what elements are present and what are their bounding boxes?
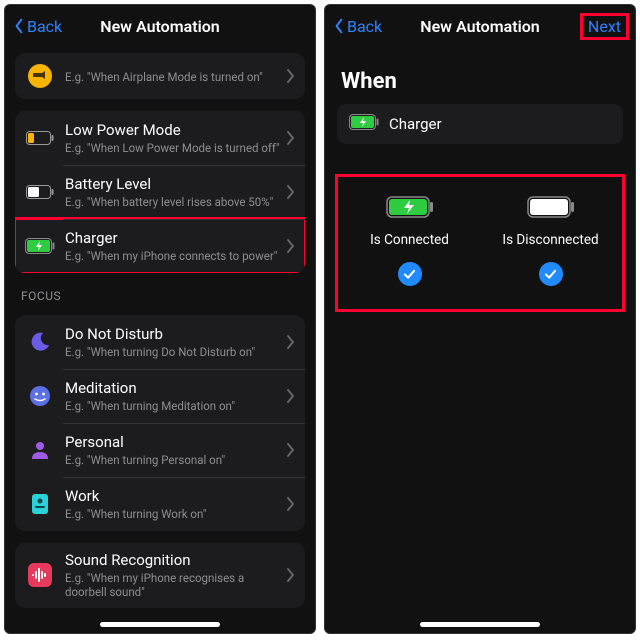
row-sub: E.g. "When turning Do Not Disturb on"	[65, 345, 283, 359]
meditation-icon	[25, 381, 55, 411]
row-text: E.g. "When Airplane Mode is turned on"	[65, 68, 283, 84]
back-label: Back	[27, 17, 62, 36]
row-sub: E.g. "When turning Meditation on"	[65, 399, 283, 413]
trigger-row-dnd[interactable]: Do Not Disturb E.g. "When turning Do Not…	[15, 315, 305, 369]
row-title: Do Not Disturb	[65, 325, 283, 343]
chevron-right-icon	[287, 185, 295, 199]
row-sub: E.g. "When battery level rises above 50%…	[65, 195, 283, 209]
next-button[interactable]: Next	[582, 15, 627, 38]
row-title: Low Power Mode	[65, 121, 283, 139]
option-is-disconnected[interactable]: Is Disconnected	[486, 196, 615, 286]
battery-level-icon	[25, 177, 55, 207]
trigger-row-charger[interactable]: Charger E.g. "When my iPhone connects to…	[15, 219, 305, 273]
battery-charging-icon	[386, 196, 434, 218]
section-header-focus: FOCUS	[21, 289, 299, 303]
airplane-icon	[25, 61, 55, 91]
trigger-group-focus: Do Not Disturb E.g. "When turning Do Not…	[15, 315, 305, 531]
row-title: Meditation	[65, 379, 283, 397]
row-sub: E.g. "When my iPhone connects to power"	[65, 249, 283, 263]
row-text: Work E.g. "When turning Work on"	[65, 487, 283, 521]
row-text: Sound Recognition E.g. "When my iPhone r…	[65, 551, 283, 600]
chevron-right-icon	[287, 497, 295, 511]
checkmark-icon	[398, 262, 422, 286]
row-sub: E.g. "When turning Personal on"	[65, 453, 283, 467]
back-button[interactable]: Back	[333, 17, 382, 36]
row-sub: E.g. "When Low Power Mode is turned off"	[65, 141, 283, 155]
chevron-right-icon	[287, 69, 295, 83]
sound-recognition-icon	[25, 560, 55, 590]
charger-icon	[349, 114, 379, 134]
chevron-right-icon	[287, 335, 295, 349]
trigger-row-airplane[interactable]: E.g. "When Airplane Mode is turned on"	[15, 53, 305, 99]
back-button[interactable]: Back	[13, 17, 62, 36]
checkmark-icon	[539, 262, 563, 286]
chevron-right-icon	[287, 389, 295, 403]
trigger-summary-label: Charger	[389, 115, 442, 133]
trigger-group-sound: Sound Recognition E.g. "When my iPhone r…	[15, 543, 305, 608]
chevron-right-icon	[287, 568, 295, 582]
row-title: Work	[65, 487, 283, 505]
trigger-row-meditation[interactable]: Meditation E.g. "When turning Meditation…	[15, 369, 305, 423]
screen-charger-config: Back New Automation Next When Charger Is…	[324, 4, 636, 634]
row-sub: E.g. "When my iPhone recognises a doorbe…	[65, 571, 283, 600]
row-title: Sound Recognition	[65, 551, 283, 569]
trigger-group-battery: Low Power Mode E.g. "When Low Power Mode…	[15, 111, 305, 273]
chevron-right-icon	[287, 131, 295, 145]
option-label: Is Disconnected	[502, 232, 598, 248]
chevron-left-icon	[333, 18, 345, 34]
option-is-connected[interactable]: Is Connected	[345, 196, 474, 286]
row-text: Charger E.g. "When my iPhone connects to…	[65, 229, 283, 263]
home-indicator[interactable]	[100, 622, 220, 627]
moon-icon	[25, 327, 55, 357]
when-heading: When	[341, 69, 619, 94]
trigger-row-work[interactable]: Work E.g. "When turning Work on"	[15, 477, 305, 531]
row-text: Low Power Mode E.g. "When Low Power Mode…	[65, 121, 283, 155]
battery-full-icon	[527, 196, 575, 218]
home-indicator[interactable]	[420, 622, 540, 627]
trigger-row-low-power[interactable]: Low Power Mode E.g. "When Low Power Mode…	[15, 111, 305, 165]
work-badge-icon	[25, 489, 55, 519]
low-power-icon	[25, 123, 55, 153]
row-title: Personal	[65, 433, 283, 451]
row-title: Battery Level	[65, 175, 283, 193]
row-sub: E.g. "When Airplane Mode is turned on"	[65, 70, 283, 84]
options-area: Is Connected Is Disconnected	[337, 176, 623, 310]
trigger-summary-row: Charger	[337, 104, 623, 144]
chevron-right-icon	[287, 443, 295, 457]
row-text: Meditation E.g. "When turning Meditation…	[65, 379, 283, 413]
trigger-row-personal[interactable]: Personal E.g. "When turning Personal on"	[15, 423, 305, 477]
person-icon	[25, 435, 55, 465]
row-text: Personal E.g. "When turning Personal on"	[65, 433, 283, 467]
scroll-area[interactable]: E.g. "When Airplane Mode is turned on" L…	[5, 47, 315, 633]
trigger-group-airplane-partial: E.g. "When Airplane Mode is turned on"	[15, 53, 305, 99]
row-title: Charger	[65, 229, 283, 247]
chevron-left-icon	[13, 18, 25, 34]
nav-bar: Back New Automation Next	[325, 5, 635, 47]
trigger-row-sound-recognition[interactable]: Sound Recognition E.g. "When my iPhone r…	[15, 543, 305, 608]
back-label: Back	[347, 17, 382, 36]
chevron-right-icon	[287, 239, 295, 253]
row-text: Battery Level E.g. "When battery level r…	[65, 175, 283, 209]
trigger-row-battery-level[interactable]: Battery Level E.g. "When battery level r…	[15, 165, 305, 219]
option-label: Is Connected	[370, 232, 449, 248]
nav-bar: Back New Automation	[5, 5, 315, 47]
row-text: Do Not Disturb E.g. "When turning Do Not…	[65, 325, 283, 359]
charger-icon	[25, 231, 55, 261]
row-sub: E.g. "When turning Work on"	[65, 507, 283, 521]
screen-automation-list: Back New Automation E.g. "When Airplane …	[4, 4, 316, 634]
